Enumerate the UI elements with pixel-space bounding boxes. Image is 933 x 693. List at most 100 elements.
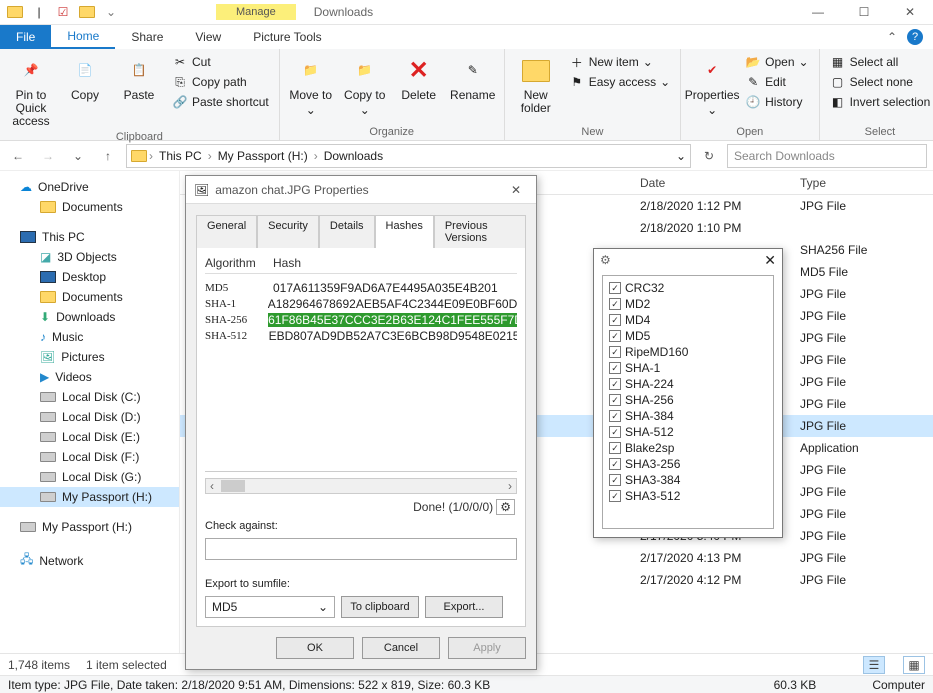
- scroll-thumb[interactable]: [221, 480, 245, 492]
- tab-home[interactable]: Home: [51, 25, 115, 49]
- breadcrumb-seg[interactable]: My Passport (H:): [214, 149, 312, 163]
- hash-option[interactable]: ✓MD5: [609, 328, 767, 344]
- to-clipboard-button[interactable]: To clipboard: [341, 596, 419, 618]
- checkbox-icon[interactable]: ✓: [609, 426, 621, 438]
- tab-previous-versions[interactable]: Previous Versions: [434, 215, 526, 248]
- checkbox-icon[interactable]: ✓: [609, 458, 621, 470]
- popup-body[interactable]: ✓CRC32✓MD2✓MD4✓MD5✓RipeMD160✓SHA-1✓SHA-2…: [602, 275, 774, 529]
- checkbox-icon[interactable]: ✓: [609, 442, 621, 454]
- checkbox-icon[interactable]: ✓: [609, 298, 621, 310]
- checkbox-icon[interactable]: ✓: [609, 362, 621, 374]
- rename-button[interactable]: ✎Rename: [448, 53, 498, 104]
- tree-local-e[interactable]: Local Disk (E:): [0, 427, 179, 447]
- gear-icon[interactable]: ⚙: [496, 499, 515, 515]
- hash-row[interactable]: SHA-512EBD807AD9DB52A7C3E6BCB98D9548E021…: [205, 328, 517, 344]
- tree-3d-objects[interactable]: ◪3D Objects: [0, 247, 179, 267]
- checkbox-icon[interactable]: ✓: [609, 474, 621, 486]
- hash-option[interactable]: ✓SHA-256: [609, 392, 767, 408]
- breadcrumb-seg[interactable]: This PC: [155, 149, 206, 163]
- easy-access-button[interactable]: ⚑Easy access ⌄: [565, 73, 674, 91]
- back-button[interactable]: ←: [6, 144, 30, 168]
- edit-button[interactable]: ✎Edit: [741, 73, 812, 91]
- tab-hashes[interactable]: Hashes: [375, 215, 434, 248]
- forward-button[interactable]: →: [36, 144, 60, 168]
- copy-to-button[interactable]: 📁Copy to⌄: [340, 53, 390, 119]
- qat-dropdown-icon[interactable]: ⌄: [100, 1, 122, 23]
- qat-folder-icon[interactable]: [76, 1, 98, 23]
- tab-view[interactable]: View: [179, 25, 237, 49]
- invert-selection-button[interactable]: ◧Invert selection: [826, 93, 933, 111]
- tree-documents[interactable]: Documents: [0, 197, 179, 217]
- dialog-close-button[interactable]: ✕: [504, 183, 528, 197]
- col-date[interactable]: Date: [640, 176, 800, 190]
- qat-check-icon[interactable]: ☑: [52, 1, 74, 23]
- hash-option[interactable]: ✓SHA3-384: [609, 472, 767, 488]
- hash-option[interactable]: ✓SHA-512: [609, 424, 767, 440]
- hash-option[interactable]: ✓SHA-1: [609, 360, 767, 376]
- tree-music[interactable]: ♪Music: [0, 327, 179, 347]
- tree-passport-h2[interactable]: My Passport (H:): [0, 517, 179, 537]
- tab-share[interactable]: Share: [115, 25, 179, 49]
- export-format-combo[interactable]: MD5⌄: [205, 596, 335, 618]
- cut-button[interactable]: ✂Cut: [168, 53, 273, 71]
- checkbox-icon[interactable]: ✓: [609, 394, 621, 406]
- hash-option[interactable]: ✓MD2: [609, 296, 767, 312]
- tree-local-c[interactable]: Local Disk (C:): [0, 387, 179, 407]
- thumbnails-view-button[interactable]: ▦: [903, 656, 925, 674]
- move-to-button[interactable]: 📁Move to⌄: [286, 53, 336, 119]
- select-none-button[interactable]: ▢Select none: [826, 73, 933, 91]
- tree-downloads[interactable]: ⬇Downloads: [0, 307, 179, 327]
- delete-button[interactable]: ✕Delete: [394, 53, 444, 104]
- tree-desktop[interactable]: Desktop: [0, 267, 179, 287]
- address-dropdown-icon[interactable]: ⌄: [676, 149, 686, 163]
- search-input[interactable]: Search Downloads: [727, 144, 927, 168]
- tab-picture-tools[interactable]: Picture Tools: [237, 25, 337, 49]
- new-item-button[interactable]: ＋New item ⌄: [565, 53, 674, 71]
- hash-option[interactable]: ✓SHA-224: [609, 376, 767, 392]
- checkbox-icon[interactable]: ✓: [609, 490, 621, 502]
- horizontal-scrollbar[interactable]: ‹ ›: [205, 478, 517, 494]
- tree-local-f[interactable]: Local Disk (F:): [0, 447, 179, 467]
- checkbox-icon[interactable]: ✓: [609, 330, 621, 342]
- scroll-right-icon[interactable]: ›: [504, 479, 516, 493]
- tree-pictures[interactable]: 🖼Pictures: [0, 347, 179, 367]
- tree-local-g[interactable]: Local Disk (G:): [0, 467, 179, 487]
- tree-this-pc[interactable]: This PC: [0, 227, 179, 247]
- hash-option[interactable]: ✓RipeMD160: [609, 344, 767, 360]
- cancel-button[interactable]: Cancel: [362, 637, 440, 659]
- tab-general[interactable]: General: [196, 215, 257, 248]
- copy-button[interactable]: 📄Copy: [60, 53, 110, 104]
- tree-passport-h[interactable]: My Passport (H:): [0, 487, 179, 507]
- up-button[interactable]: ↑: [96, 144, 120, 168]
- export-button[interactable]: Export...: [425, 596, 503, 618]
- tab-file[interactable]: File: [0, 25, 51, 49]
- tree-videos[interactable]: ▶Videos: [0, 367, 179, 387]
- hash-row[interactable]: SHA-1A182964678692AEB5AF4C2344E09E0BF60D…: [205, 296, 517, 312]
- minimize-button[interactable]: —: [795, 0, 841, 25]
- select-all-button[interactable]: ▦Select all: [826, 53, 933, 71]
- hash-list[interactable]: MD5017A611359F9AD6A7E4495A035E4B201SHA-1…: [205, 280, 517, 472]
- col-type[interactable]: Type: [800, 176, 933, 190]
- checkbox-icon[interactable]: ✓: [609, 314, 621, 326]
- paste-shortcut-button[interactable]: 🔗Paste shortcut: [168, 93, 273, 111]
- new-folder-button[interactable]: New folder: [511, 53, 561, 117]
- tab-details[interactable]: Details: [319, 215, 375, 248]
- ribbon-collapse-icon[interactable]: ⌃: [887, 30, 897, 44]
- apply-button[interactable]: Apply: [448, 637, 526, 659]
- dialog-titlebar[interactable]: 🖼 amazon chat.JPG Properties ✕: [186, 176, 536, 204]
- hash-option[interactable]: ✓CRC32: [609, 280, 767, 296]
- history-button[interactable]: 🕘History: [741, 93, 812, 111]
- maximize-button[interactable]: ☐: [841, 0, 887, 25]
- close-icon[interactable]: ✕: [764, 252, 776, 269]
- hash-row[interactable]: SHA-25661F86B45E37CCC3E2B63E124C1FEE555F…: [205, 312, 517, 328]
- hash-option[interactable]: ✓MD4: [609, 312, 767, 328]
- recent-dropdown[interactable]: ⌄: [66, 144, 90, 168]
- checkbox-icon[interactable]: ✓: [609, 282, 621, 294]
- checkbox-icon[interactable]: ✓: [609, 410, 621, 422]
- ok-button[interactable]: OK: [276, 637, 354, 659]
- scroll-left-icon[interactable]: ‹: [206, 479, 218, 493]
- paste-button[interactable]: 📋Paste: [114, 53, 164, 104]
- folder-icon[interactable]: [4, 1, 26, 23]
- refresh-button[interactable]: ↻: [697, 144, 721, 168]
- help-icon[interactable]: ?: [907, 29, 923, 45]
